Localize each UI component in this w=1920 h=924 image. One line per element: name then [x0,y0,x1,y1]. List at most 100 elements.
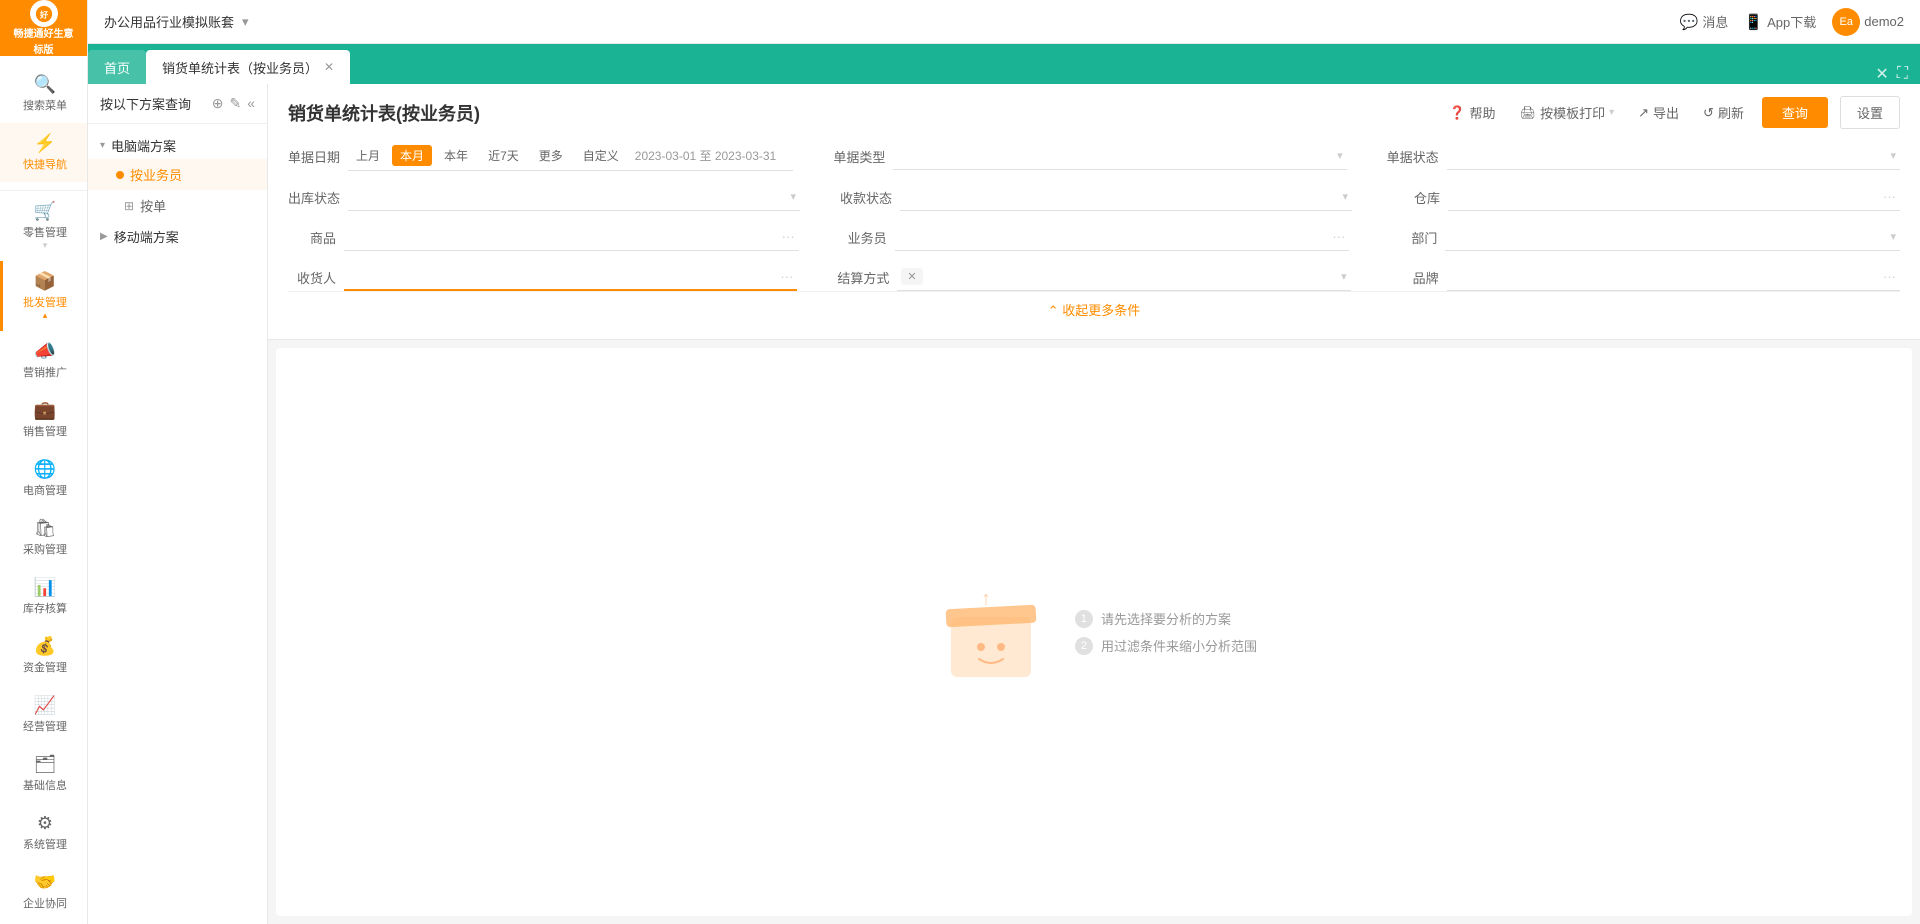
out-status-field[interactable]: ▾ [348,183,800,211]
sidebar-quicknav[interactable]: ⚡ 快捷导航 [0,123,87,182]
add-scheme-icon[interactable]: ⊕ [212,95,224,112]
scheme-sub-item[interactable]: ⊞ 按单 [88,190,267,221]
dept-dropdown: ▾ [1890,230,1896,243]
business-icon: 📈 [34,695,56,716]
tab-home[interactable]: 首页 [88,50,146,84]
left-panel-header: 按以下方案查询 ⊕ ✎ « [88,84,267,124]
wholesale-icon: 📦 [34,271,56,292]
salesman-field[interactable]: ··· [895,223,1350,251]
help-button[interactable]: ❓ 帮助 [1443,99,1501,126]
search-icon: 🔍 [34,74,56,95]
date-tab-more[interactable]: 更多 [531,145,571,166]
tab-sales-stat[interactable]: 销货单统计表（按业务员） ✕ [146,50,350,84]
main-area: 办公用品行业模拟账套 ▾ 💬 消息 📱 App下载 Ea demo2 首页 销货… [88,0,1920,924]
collapse-panel-icon[interactable]: « [247,95,255,112]
app-download-button[interactable]: 📱 App下载 [1744,12,1816,31]
out-status-dropdown: ▾ [790,190,796,203]
type-filter-field[interactable]: ▾ [893,142,1346,170]
sidebar-item-system[interactable]: ⚙ 系统管理 [0,803,87,862]
help-label: 帮助 [1470,103,1496,122]
date-tab-thisyear[interactable]: 本年 [436,145,476,166]
app-name: 畅捷通好生意 [14,29,74,41]
scheme-active-item[interactable]: 按业务员 [88,159,267,190]
message-button[interactable]: 💬 消息 [1680,12,1729,31]
payment-tag: ✕ [901,268,922,285]
date-tab-lastmonth[interactable]: 上月 [348,145,388,166]
payment-field[interactable]: ✕ ▾ [897,263,1350,291]
payment-tag-close-icon[interactable]: ✕ [907,270,916,283]
breadcrumb-dropdown-icon[interactable]: ▾ [242,14,249,30]
empty-tip-2: 2 用过滤条件来缩小分析范围 [1075,636,1257,655]
topbar-right-area: 💬 消息 📱 App下载 Ea demo2 [1680,8,1904,36]
dept-field[interactable]: ▾ [1445,223,1900,251]
basic-label: 基础信息 [23,777,67,793]
sidebar-search-item[interactable]: 🔍 搜索菜单 [0,64,87,123]
app-download-label: App下载 [1767,12,1816,31]
collapse-bar[interactable]: ⌃ 收起更多条件 [288,291,1900,327]
tab-close-all-icon[interactable]: ✕ [1875,64,1888,84]
system-icon: ⚙ [37,813,53,834]
refresh-button[interactable]: ↺ 刷新 [1697,99,1750,126]
sidebar-item-corp[interactable]: 🤝 企业协同 [0,862,87,921]
marketing-icon: 📣 [34,341,56,362]
scheme-group-pc[interactable]: ▾ 电脑端方案 [88,132,267,159]
topbar: 办公用品行业模拟账套 ▾ 💬 消息 📱 App下载 Ea demo2 [88,0,1920,44]
date-tab-thismonth[interactable]: 本月 [392,145,432,166]
empty-tip-1: 1 请先选择要分析的方案 [1075,609,1257,628]
ecommerce-icon: 🌐 [34,459,56,480]
goods-field[interactable]: ··· [344,223,799,251]
logo-icon: 好 [30,0,58,27]
ecommerce-label: 电商管理 [23,482,67,498]
tab-close-icon[interactable]: ✕ [324,60,334,74]
salesman-more-icon: ··· [1332,229,1345,244]
retail-arrow: ▾ [43,240,48,251]
user-area[interactable]: Ea demo2 [1832,8,1904,36]
inventory-icon: 📊 [34,577,56,598]
pay-status-field[interactable]: ▾ [900,183,1352,211]
export-icon: ↗ [1638,105,1649,121]
quicknav-label: 快捷导航 [23,156,67,172]
receiver-label: 收货人 [288,268,344,287]
empty-svg: ↑ [931,577,1051,687]
right-panel: 销货单统计表(按业务员) ❓ 帮助 🖨 按模板打印 ▾ ↗ [268,84,1920,924]
business-label: 经营管理 [23,718,67,734]
brand-more-icon: ··· [1883,269,1896,284]
tab-maximize-icon[interactable]: ⛶ [1897,65,1908,83]
sidebar-item-marketing[interactable]: 📣 营销推广 [0,331,87,390]
sidebar-item-inventory[interactable]: 📊 库存核算 [0,567,87,626]
print-button[interactable]: 🖨 按模板打印 ▾ [1514,99,1621,126]
query-button[interactable]: 查询 [1762,97,1828,128]
breadcrumb-text: 办公用品行业模拟账套 [104,12,234,31]
filter-row-2: 出库状态 ▾ 收款状态 ▾ 仓库 ··· [288,183,1900,211]
pay-status-label: 收款状态 [840,188,900,207]
date-filter-field: 上月 本月 本年 近7天 更多 自定义 2023-03-01 至 2023-03… [348,141,793,171]
filter-row-3: 商品 ··· 业务员 ··· 部门 ▾ [288,223,1900,251]
corp-label: 企业协同 [23,895,67,911]
status-filter-field[interactable]: ▾ [1447,142,1900,170]
collapse-icon: ⌃ [1048,303,1063,318]
brand-field[interactable]: ··· [1447,263,1900,291]
sidebar-item-wholesale[interactable]: 📦 批发管理 ▴ [0,261,87,331]
sidebar-item-purchase[interactable]: 🛍 采购管理 [0,508,87,567]
scheme-group-mobile[interactable]: ▶ 移动端方案 [88,221,267,252]
date-tab-custom[interactable]: 自定义 [575,145,627,166]
sidebar-item-finance[interactable]: 💰 资金管理 [0,626,87,685]
empty-illustration: ↑ [931,577,1051,687]
sub-scheme-label: 按单 [140,196,166,215]
date-tab-7days[interactable]: 近7天 [480,145,527,166]
page-title: 销货单统计表(按业务员) [288,100,480,126]
basic-icon: 🗂 [34,754,57,775]
refresh-icon: ↺ [1703,105,1714,121]
sidebar-item-sales[interactable]: 💼 销售管理 [0,390,87,449]
receiver-field[interactable]: ··· [344,263,797,291]
tip-num-1: 1 [1075,610,1093,628]
sidebar-item-basic[interactable]: 🗂 基础信息 [0,744,87,803]
sidebar-item-retail[interactable]: 🛒 零售管理 ▾ [0,191,87,261]
tabbar: 首页 销货单统计表（按业务员） ✕ ✕ ⛶ [88,44,1920,84]
sidebar-item-ecommerce[interactable]: 🌐 电商管理 [0,449,87,508]
warehouse-field[interactable]: ··· [1448,183,1900,211]
edit-scheme-icon[interactable]: ✎ [229,95,241,112]
export-button[interactable]: ↗ 导出 [1632,99,1685,126]
setting-button[interactable]: 设置 [1840,96,1900,129]
sidebar-item-business[interactable]: 📈 经营管理 [0,685,87,744]
